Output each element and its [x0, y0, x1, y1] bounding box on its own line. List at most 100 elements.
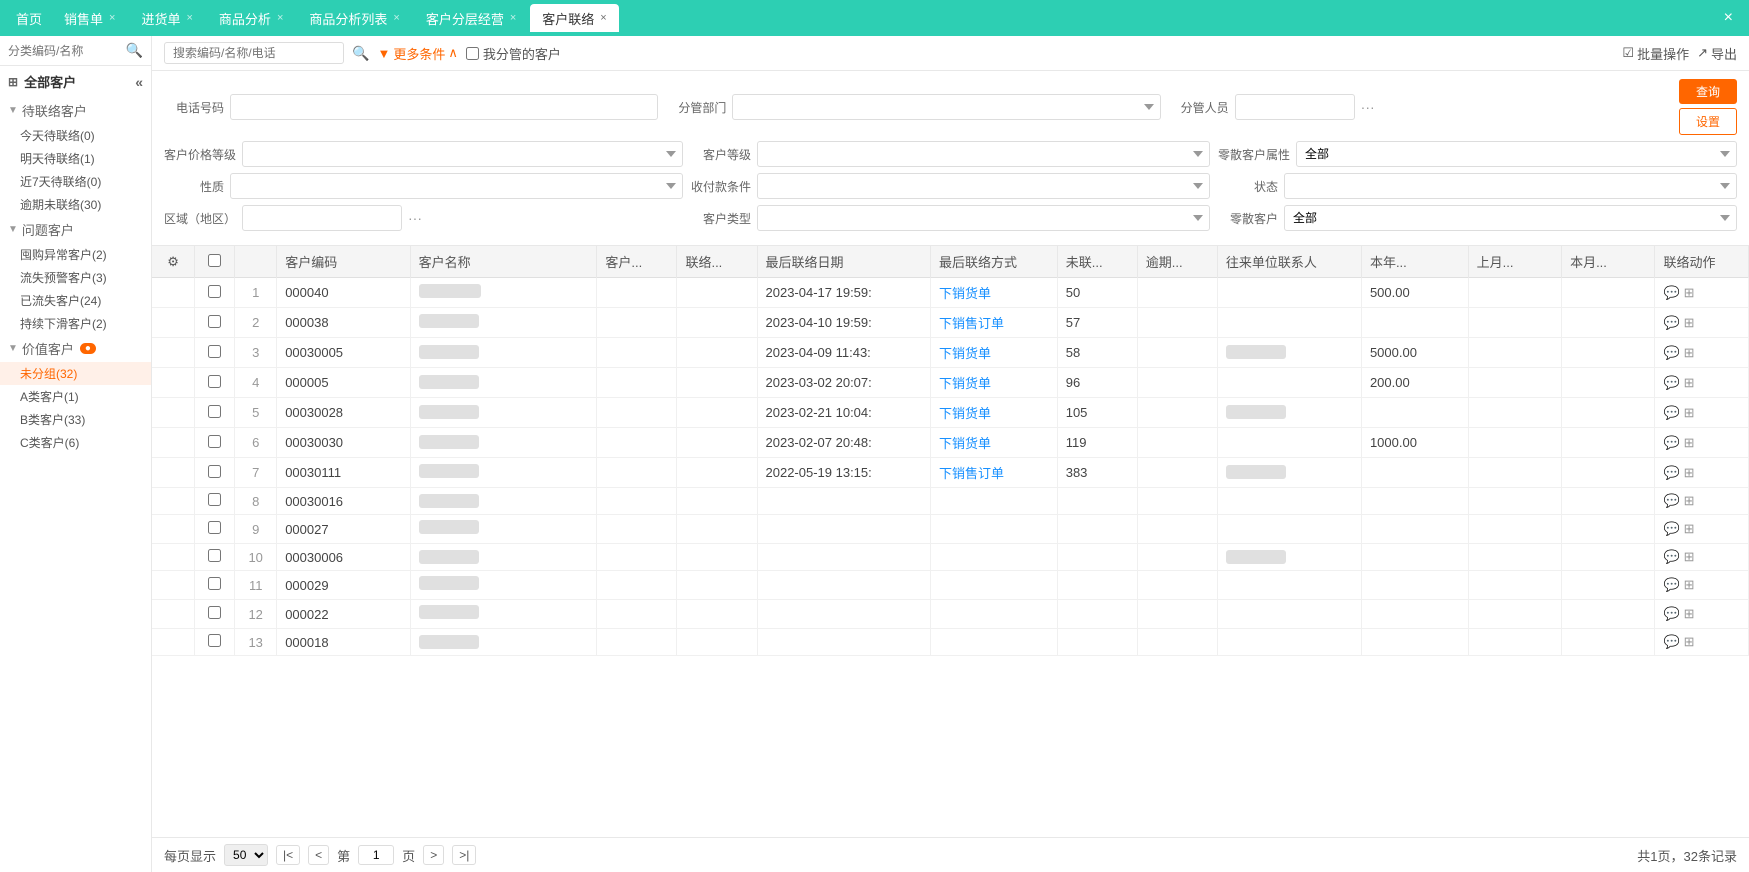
row-checkbox[interactable]: [208, 521, 221, 534]
cell-checkbox[interactable]: [195, 629, 235, 656]
next-page-btn[interactable]: >: [423, 845, 444, 865]
row-checkbox[interactable]: [208, 405, 221, 418]
retail-attr-select[interactable]: 全部: [1296, 141, 1737, 167]
cell-checkbox[interactable]: [195, 428, 235, 458]
first-page-btn[interactable]: |<: [276, 845, 300, 865]
col-contact[interactable]: 联络...: [677, 246, 757, 278]
tab-sales[interactable]: 销售单 ×: [52, 4, 127, 32]
sidebar-item-class-a[interactable]: A类客户(1): [0, 385, 151, 408]
col-not-contact[interactable]: 未联...: [1057, 246, 1137, 278]
customer-type-select[interactable]: [757, 205, 1210, 231]
chat-icon[interactable]: 💬: [1663, 521, 1679, 537]
sidebar-item-declining[interactable]: 持续下滑客户(2): [0, 312, 151, 335]
col-this-month[interactable]: 本月...: [1562, 246, 1655, 278]
last-method-link[interactable]: 下销货单: [939, 406, 991, 421]
sidebar-item-churn-warning[interactable]: 流失预警客户(3): [0, 266, 151, 289]
phone-input[interactable]: [230, 94, 658, 120]
page-number-input[interactable]: [358, 845, 394, 865]
chat-icon[interactable]: 💬: [1663, 435, 1679, 451]
gender-select[interactable]: [230, 173, 683, 199]
staff-more-btn[interactable]: ···: [1361, 99, 1375, 115]
reset-button[interactable]: 设置: [1679, 108, 1737, 135]
row-checkbox[interactable]: [208, 634, 221, 647]
grid-action-icon[interactable]: ⊞: [1684, 375, 1695, 391]
grid-action-icon[interactable]: ⊞: [1684, 435, 1695, 451]
sidebar-item-class-c[interactable]: C类客户(6): [0, 431, 151, 454]
dept-select[interactable]: [732, 94, 1160, 120]
row-checkbox[interactable]: [208, 493, 221, 506]
row-checkbox[interactable]: [208, 606, 221, 619]
customer-level-select[interactable]: [757, 141, 1210, 167]
cell-checkbox[interactable]: [195, 308, 235, 338]
grid-action-icon[interactable]: ⊞: [1684, 465, 1695, 481]
cell-checkbox[interactable]: [195, 488, 235, 515]
sidebar-collapse-btn[interactable]: «: [135, 74, 143, 90]
sidebar-item-7days-wait[interactable]: 近7天待联络(0): [0, 170, 151, 193]
grid-action-icon[interactable]: ⊞: [1684, 577, 1695, 593]
grid-action-icon[interactable]: ⊞: [1684, 345, 1695, 361]
col-last-month[interactable]: 上月...: [1468, 246, 1561, 278]
retail-customer-select[interactable]: 全部: [1284, 205, 1737, 231]
chat-icon[interactable]: 💬: [1663, 577, 1679, 593]
sidebar-item-abnormal[interactable]: 囤购异常客户(2): [0, 243, 151, 266]
payment-select[interactable]: [757, 173, 1210, 199]
close-product-analysis-list-tab[interactable]: ×: [393, 12, 399, 24]
last-method-link[interactable]: 下销售订单: [939, 316, 1004, 331]
my-customers-checkbox-label[interactable]: 我分管的客户: [466, 44, 561, 63]
col-checkbox[interactable]: [195, 246, 235, 278]
col-type[interactable]: 客户...: [597, 246, 677, 278]
tab-customer-segmentation[interactable]: 客户分层经营 ×: [414, 4, 528, 32]
window-close-button[interactable]: ×: [1716, 9, 1741, 27]
sidebar-item-today-wait[interactable]: 今天待联络(0): [0, 124, 151, 147]
sidebar-item-class-b[interactable]: B类客户(33): [0, 408, 151, 431]
row-checkbox[interactable]: [208, 465, 221, 478]
grid-action-icon[interactable]: ⊞: [1684, 549, 1695, 565]
chat-icon[interactable]: 💬: [1663, 493, 1679, 509]
close-customer-contact-tab[interactable]: ×: [600, 12, 606, 24]
row-checkbox[interactable]: [208, 315, 221, 328]
col-last-method[interactable]: 最后联络方式: [930, 246, 1057, 278]
search-icon[interactable]: 🔍: [352, 45, 369, 62]
value-customers-group[interactable]: ▼ 价值客户 ●: [0, 335, 151, 362]
cell-checkbox[interactable]: [195, 515, 235, 544]
sidebar-search-input[interactable]: [8, 44, 122, 58]
last-page-btn[interactable]: >|: [452, 845, 476, 865]
tab-purchase[interactable]: 进货单 ×: [129, 4, 204, 32]
row-checkbox[interactable]: [208, 345, 221, 358]
close-purchase-tab[interactable]: ×: [186, 12, 192, 24]
sidebar-item-tomorrow-wait[interactable]: 明天待联络(1): [0, 147, 151, 170]
row-checkbox[interactable]: [208, 375, 221, 388]
grid-action-icon[interactable]: ⊞: [1684, 285, 1695, 301]
last-method-link[interactable]: 下销货单: [939, 346, 991, 361]
sidebar-item-ungroup[interactable]: 未分组(32): [0, 362, 151, 385]
close-product-analysis-tab[interactable]: ×: [277, 12, 283, 24]
chat-icon[interactable]: 💬: [1663, 285, 1679, 301]
price-level-select[interactable]: [242, 141, 683, 167]
last-method-link[interactable]: 下销售订单: [939, 466, 1004, 481]
per-page-select[interactable]: 50: [224, 844, 268, 866]
chat-icon[interactable]: 💬: [1663, 465, 1679, 481]
close-customer-seg-tab[interactable]: ×: [510, 12, 516, 24]
sidebar-search-icon[interactable]: 🔍: [126, 42, 143, 59]
grid-action-icon[interactable]: ⊞: [1684, 315, 1695, 331]
col-last-date[interactable]: 最后联络日期: [757, 246, 930, 278]
chat-icon[interactable]: 💬: [1663, 345, 1679, 361]
settings-icon[interactable]: ⚙: [167, 254, 179, 269]
cell-checkbox[interactable]: [195, 398, 235, 428]
status-select[interactable]: [1284, 173, 1737, 199]
cell-checkbox[interactable]: [195, 338, 235, 368]
col-unit-contact[interactable]: 往来单位联系人: [1217, 246, 1361, 278]
search-input[interactable]: [164, 42, 344, 64]
chat-icon[interactable]: 💬: [1663, 634, 1679, 650]
cell-checkbox[interactable]: [195, 278, 235, 308]
tab-product-analysis-list[interactable]: 商品分析列表 ×: [297, 4, 411, 32]
staff-input[interactable]: [1235, 94, 1355, 120]
region-input[interactable]: [242, 205, 402, 231]
col-overdue[interactable]: 逾期...: [1137, 246, 1217, 278]
row-checkbox[interactable]: [208, 435, 221, 448]
grid-action-icon[interactable]: ⊞: [1684, 634, 1695, 650]
last-method-link[interactable]: 下销货单: [939, 286, 991, 301]
col-code[interactable]: 客户编码: [277, 246, 410, 278]
nav-home[interactable]: 首页: [8, 9, 50, 28]
grid-action-icon[interactable]: ⊞: [1684, 521, 1695, 537]
